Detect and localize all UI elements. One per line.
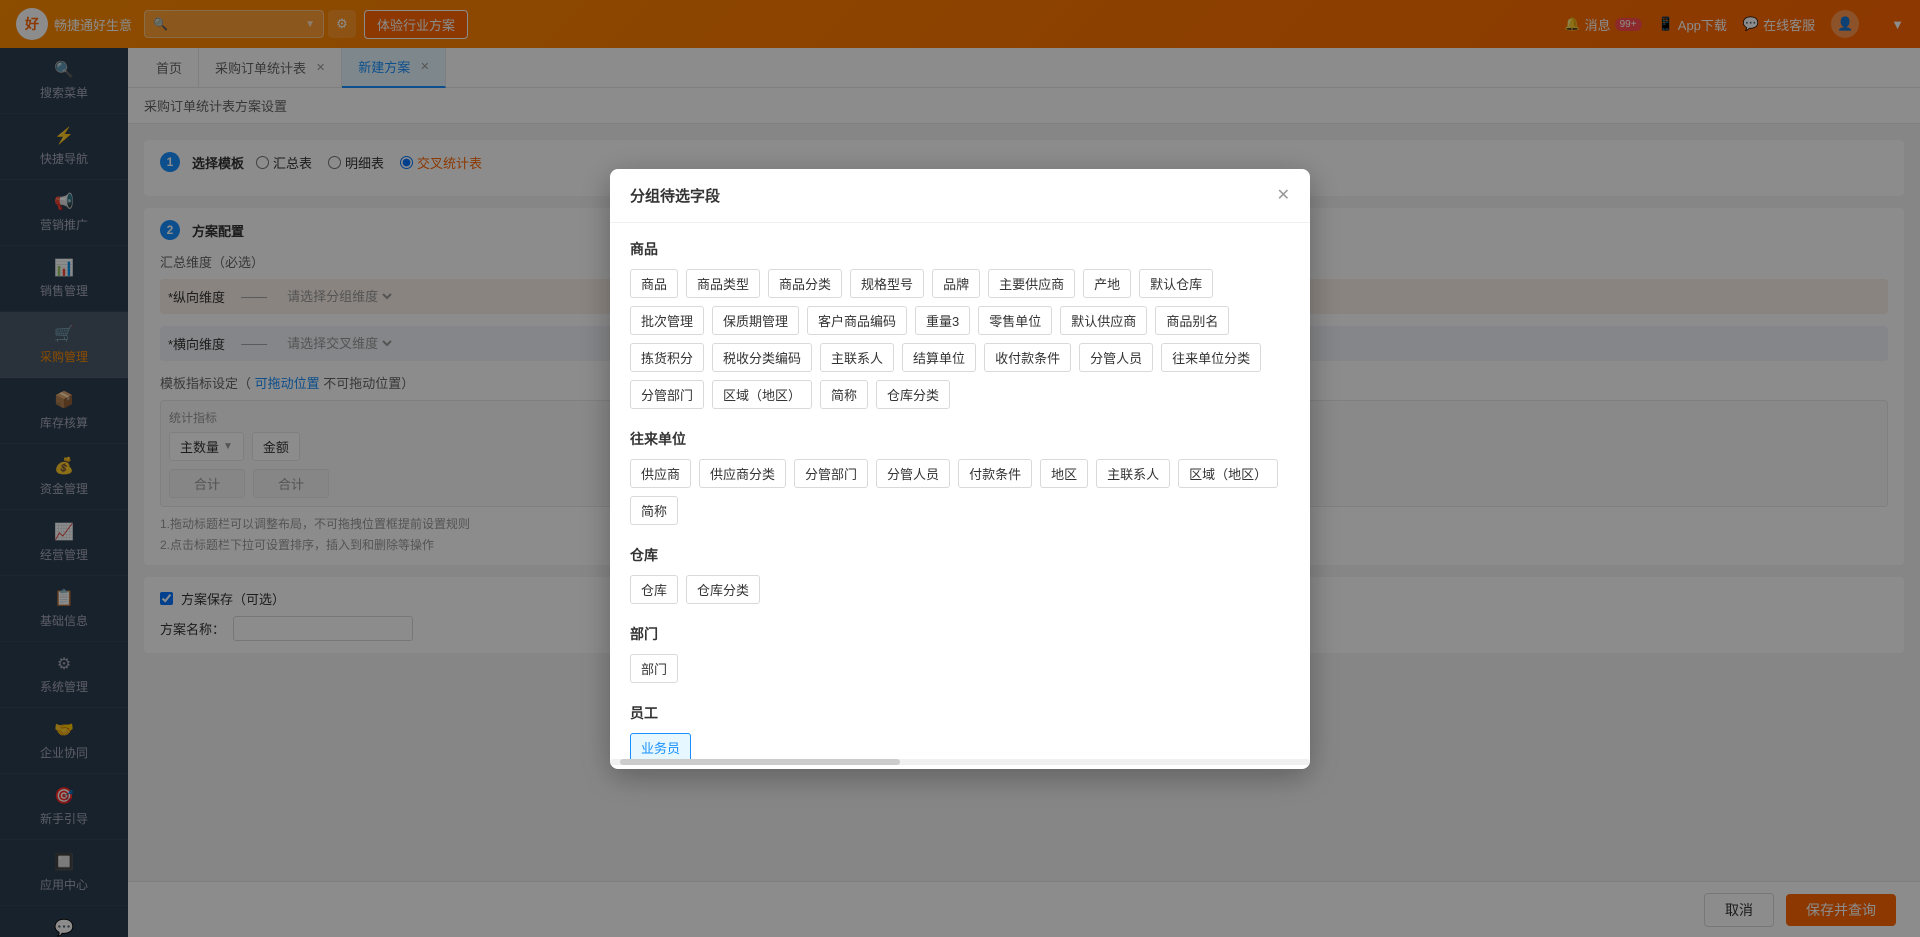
modal-backdrop: 分组待选字段 ✕ 商品 商品 商品类型 商品分类 规格型号 品牌 主要供应商 产… [0,0,1920,937]
warehouse-section-title: 仓库 [630,545,1290,565]
field-tag-warehouse-category[interactable]: 仓库分类 [876,380,950,409]
field-tag-brand[interactable]: 品牌 [932,269,980,298]
field-tag-warehouse[interactable]: 仓库 [630,575,678,604]
field-tag-weight[interactable]: 重量3 [915,306,970,335]
field-tag-default-supplier[interactable]: 默认供应商 [1060,306,1147,335]
warehouse-section: 仓库 仓库 仓库分类 [630,545,1290,604]
field-tag-spec[interactable]: 规格型号 [850,269,924,298]
field-tag-supplier-category[interactable]: 供应商分类 [699,459,786,488]
employee-field-tags: 业务员 [630,733,1290,759]
modal-title: 分组待选字段 [630,185,720,206]
field-select-modal: 分组待选字段 ✕ 商品 商品 商品类型 商品分类 规格型号 品牌 主要供应商 产… [610,169,1310,769]
warehouse-field-tags: 仓库 仓库分类 [630,575,1290,604]
employee-section-title: 员工 [630,703,1290,723]
field-tag-product-type[interactable]: 商品类型 [686,269,760,298]
field-tag-counterpart-category[interactable]: 往来单位分类 [1161,343,1261,372]
modal-close-button[interactable]: ✕ [1277,185,1290,205]
field-tag-shelf-life[interactable]: 保质期管理 [712,306,799,335]
field-tag-product-category[interactable]: 商品分类 [768,269,842,298]
field-tag-short-name[interactable]: 简称 [820,380,868,409]
field-tag-settlement-unit[interactable]: 结算单位 [902,343,976,372]
field-tag-payment-terms[interactable]: 收付款条件 [984,343,1071,372]
field-tag-manager[interactable]: 分管人员 [1079,343,1153,372]
field-tag-default-warehouse[interactable]: 默认仓库 [1139,269,1213,298]
contact-field-tags: 供应商 供应商分类 分管部门 分管人员 付款条件 地区 主联系人 区域（地区） … [630,459,1290,525]
field-tag-main-contact[interactable]: 主联系人 [820,343,894,372]
department-section: 部门 部门 [630,624,1290,683]
modal-hscrollbar-thumb [620,759,900,765]
field-tag-contact-payment[interactable]: 付款条件 [958,459,1032,488]
product-section-title: 商品 [630,239,1290,259]
field-tag-contact-manager[interactable]: 分管人员 [876,459,950,488]
field-tag-main-supplier[interactable]: 主要供应商 [988,269,1075,298]
field-tag-warehouse-cat[interactable]: 仓库分类 [686,575,760,604]
department-section-title: 部门 [630,624,1290,644]
field-tag-alias[interactable]: 商品别名 [1155,306,1229,335]
field-tag-product[interactable]: 商品 [630,269,678,298]
employee-section: 员工 业务员 [630,703,1290,759]
field-tag-batch[interactable]: 批次管理 [630,306,704,335]
field-tag-contact-contact[interactable]: 主联系人 [1096,459,1170,488]
product-field-tags: 商品 商品类型 商品分类 规格型号 品牌 主要供应商 产地 默认仓库 批次管理 … [630,269,1290,409]
modal-header: 分组待选字段 ✕ [610,169,1310,223]
field-tag-pick-score[interactable]: 拣货积分 [630,343,704,372]
department-field-tags: 部门 [630,654,1290,683]
contact-section-title: 往来单位 [630,429,1290,449]
field-tag-tax-code[interactable]: 税收分类编码 [712,343,812,372]
modal-body[interactable]: 商品 商品 商品类型 商品分类 规格型号 品牌 主要供应商 产地 默认仓库 批次… [610,223,1310,759]
field-tag-origin[interactable]: 产地 [1083,269,1131,298]
field-tag-salesperson[interactable]: 业务员 [630,733,691,759]
field-tag-supplier[interactable]: 供应商 [630,459,691,488]
field-tag-contact-short[interactable]: 简称 [630,496,678,525]
field-tag-region[interactable]: 区域（地区） [712,380,812,409]
field-tag-department[interactable]: 部门 [630,654,678,683]
field-tag-contact-dept[interactable]: 分管部门 [794,459,868,488]
field-tag-customer-code[interactable]: 客户商品编码 [807,306,907,335]
field-tag-dept[interactable]: 分管部门 [630,380,704,409]
product-section: 商品 商品 商品类型 商品分类 规格型号 品牌 主要供应商 产地 默认仓库 批次… [630,239,1290,409]
contact-section: 往来单位 供应商 供应商分类 分管部门 分管人员 付款条件 地区 主联系人 区域… [630,429,1290,525]
field-tag-contact-region[interactable]: 区域（地区） [1178,459,1278,488]
field-tag-retail-unit[interactable]: 零售单位 [978,306,1052,335]
field-tag-contact-area[interactable]: 地区 [1040,459,1088,488]
modal-hscrollbar[interactable] [610,759,1310,765]
